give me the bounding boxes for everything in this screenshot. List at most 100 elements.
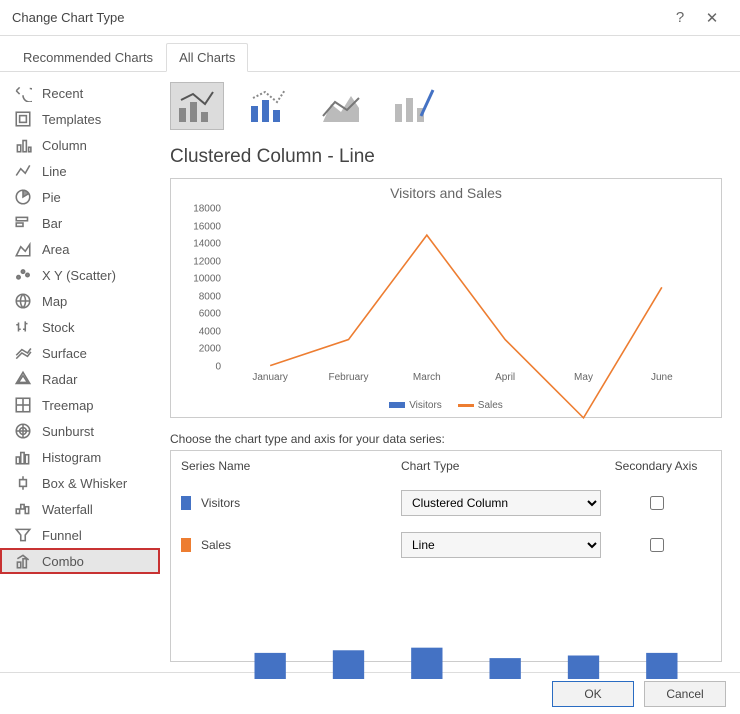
column-icon xyxy=(14,137,32,153)
area-icon xyxy=(14,241,32,257)
y-tick: 4000 xyxy=(185,326,221,337)
combo-icon xyxy=(14,553,32,569)
sidebar-item-treemap[interactable]: Treemap xyxy=(0,392,160,418)
tab-all-charts[interactable]: All Charts xyxy=(166,43,248,72)
subtype-stacked-column-line[interactable] xyxy=(242,82,296,130)
stock-icon xyxy=(14,319,32,335)
legend-visitors: Visitors xyxy=(389,400,442,411)
sidebar-item-x-y-scatter-[interactable]: X Y (Scatter) xyxy=(0,262,160,288)
sidebar-item-column[interactable]: Column xyxy=(0,132,160,158)
sidebar-item-combo[interactable]: Combo xyxy=(0,548,160,574)
y-tick: 2000 xyxy=(185,344,221,355)
chart-type-title: Clustered Column - Line xyxy=(170,146,722,168)
close-button[interactable]: ✕ xyxy=(696,9,728,27)
sidebar-item-label: Map xyxy=(42,294,67,309)
y-tick: 18000 xyxy=(185,204,221,215)
bar xyxy=(333,650,364,679)
sidebar-item-waterfall[interactable]: Waterfall xyxy=(0,496,160,522)
tab-recommended[interactable]: Recommended Charts xyxy=(10,43,166,72)
sidebar-item-label: Recent xyxy=(42,86,83,101)
surface-icon xyxy=(14,345,32,361)
sidebar-item-sunburst[interactable]: Sunburst xyxy=(0,418,160,444)
content-pane: Clustered Column - Line Visitors and Sal… xyxy=(160,72,740,672)
bar xyxy=(411,648,442,679)
sidebar-item-label: Surface xyxy=(42,346,87,361)
bar xyxy=(255,653,286,679)
templates-icon xyxy=(14,111,32,127)
legend-sales: Sales xyxy=(458,400,503,411)
line-icon xyxy=(14,163,32,179)
x-tick: June xyxy=(632,372,692,383)
bar xyxy=(568,656,599,680)
funnel-icon xyxy=(14,527,32,543)
series-color-chip xyxy=(181,538,191,552)
sidebar-item-label: Radar xyxy=(42,372,77,387)
sidebar-item-recent[interactable]: Recent xyxy=(0,80,160,106)
subtype-area-line[interactable] xyxy=(314,82,368,130)
sidebar-item-templates[interactable]: Templates xyxy=(0,106,160,132)
sidebar-item-label: Line xyxy=(42,164,67,179)
histogram-icon xyxy=(14,449,32,465)
x-tick: May xyxy=(554,372,614,383)
y-tick: 8000 xyxy=(185,291,221,302)
ok-button[interactable]: OK xyxy=(552,681,634,707)
chart-preview[interactable]: Visitors and Sales 0 2000 4000 6000 8000 1000… xyxy=(170,178,722,418)
x-tick: January xyxy=(240,372,300,383)
sidebar-item-label: Templates xyxy=(42,112,101,127)
sidebar-item-label: Bar xyxy=(42,216,62,231)
sidebar-item-bar[interactable]: Bar xyxy=(0,210,160,236)
radar-icon xyxy=(14,371,32,387)
series-name: Sales xyxy=(201,538,231,552)
sidebar-item-label: Column xyxy=(42,138,87,153)
subtype-custom-combo[interactable] xyxy=(386,82,440,130)
line-series xyxy=(270,235,662,418)
series-color-chip xyxy=(181,496,191,510)
x-tick: April xyxy=(475,372,535,383)
x-tick: February xyxy=(319,372,379,383)
sidebar-item-stock[interactable]: Stock xyxy=(0,314,160,340)
bar-icon xyxy=(14,215,32,231)
sidebar-item-radar[interactable]: Radar xyxy=(0,366,160,392)
sidebar-item-surface[interactable]: Surface xyxy=(0,340,160,366)
map-icon xyxy=(14,293,32,309)
sidebar-item-funnel[interactable]: Funnel xyxy=(0,522,160,548)
box-icon xyxy=(14,475,32,491)
help-button[interactable]: ? xyxy=(664,9,696,26)
sidebar-item-label: Pie xyxy=(42,190,61,205)
bar xyxy=(490,658,521,679)
y-tick: 0 xyxy=(185,362,221,373)
sidebar-item-pie[interactable]: Pie xyxy=(0,184,160,210)
sidebar-item-area[interactable]: Area xyxy=(0,236,160,262)
y-tick: 14000 xyxy=(185,239,221,250)
subtype-clustered-column-line[interactable] xyxy=(170,82,224,130)
tabs: Recommended Charts All Charts xyxy=(0,36,740,72)
x-tick: March xyxy=(397,372,457,383)
y-tick: 16000 xyxy=(185,221,221,232)
sidebar-item-label: Box & Whisker xyxy=(42,476,127,491)
treemap-icon xyxy=(14,397,32,413)
sidebar-item-label: Waterfall xyxy=(42,502,93,517)
sidebar-item-label: Funnel xyxy=(42,528,82,543)
pie-icon xyxy=(14,189,32,205)
sidebar-item-box-whisker[interactable]: Box & Whisker xyxy=(0,470,160,496)
chart-legend: Visitors Sales xyxy=(171,400,721,411)
sunburst-icon xyxy=(14,423,32,439)
sidebar-item-label: Area xyxy=(42,242,69,257)
sidebar-item-line[interactable]: Line xyxy=(0,158,160,184)
sidebar-item-label: Stock xyxy=(42,320,75,335)
subtype-row xyxy=(170,82,722,130)
sidebar-item-map[interactable]: Map xyxy=(0,288,160,314)
cancel-button[interactable]: Cancel xyxy=(644,681,726,707)
sidebar-item-label: Histogram xyxy=(42,450,101,465)
y-tick: 10000 xyxy=(185,274,221,285)
y-tick: 12000 xyxy=(185,256,221,267)
sidebar-item-label: Sunburst xyxy=(42,424,94,439)
window-title: Change Chart Type xyxy=(12,10,664,25)
sidebar-item-histogram[interactable]: Histogram xyxy=(0,444,160,470)
sidebar-item-label: Combo xyxy=(42,554,84,569)
undo-icon xyxy=(14,85,32,101)
chart-preview-title: Visitors and Sales xyxy=(171,179,721,201)
y-tick: 6000 xyxy=(185,309,221,320)
titlebar: Change Chart Type ? ✕ xyxy=(0,0,740,36)
sidebar-item-label: Treemap xyxy=(42,398,94,413)
